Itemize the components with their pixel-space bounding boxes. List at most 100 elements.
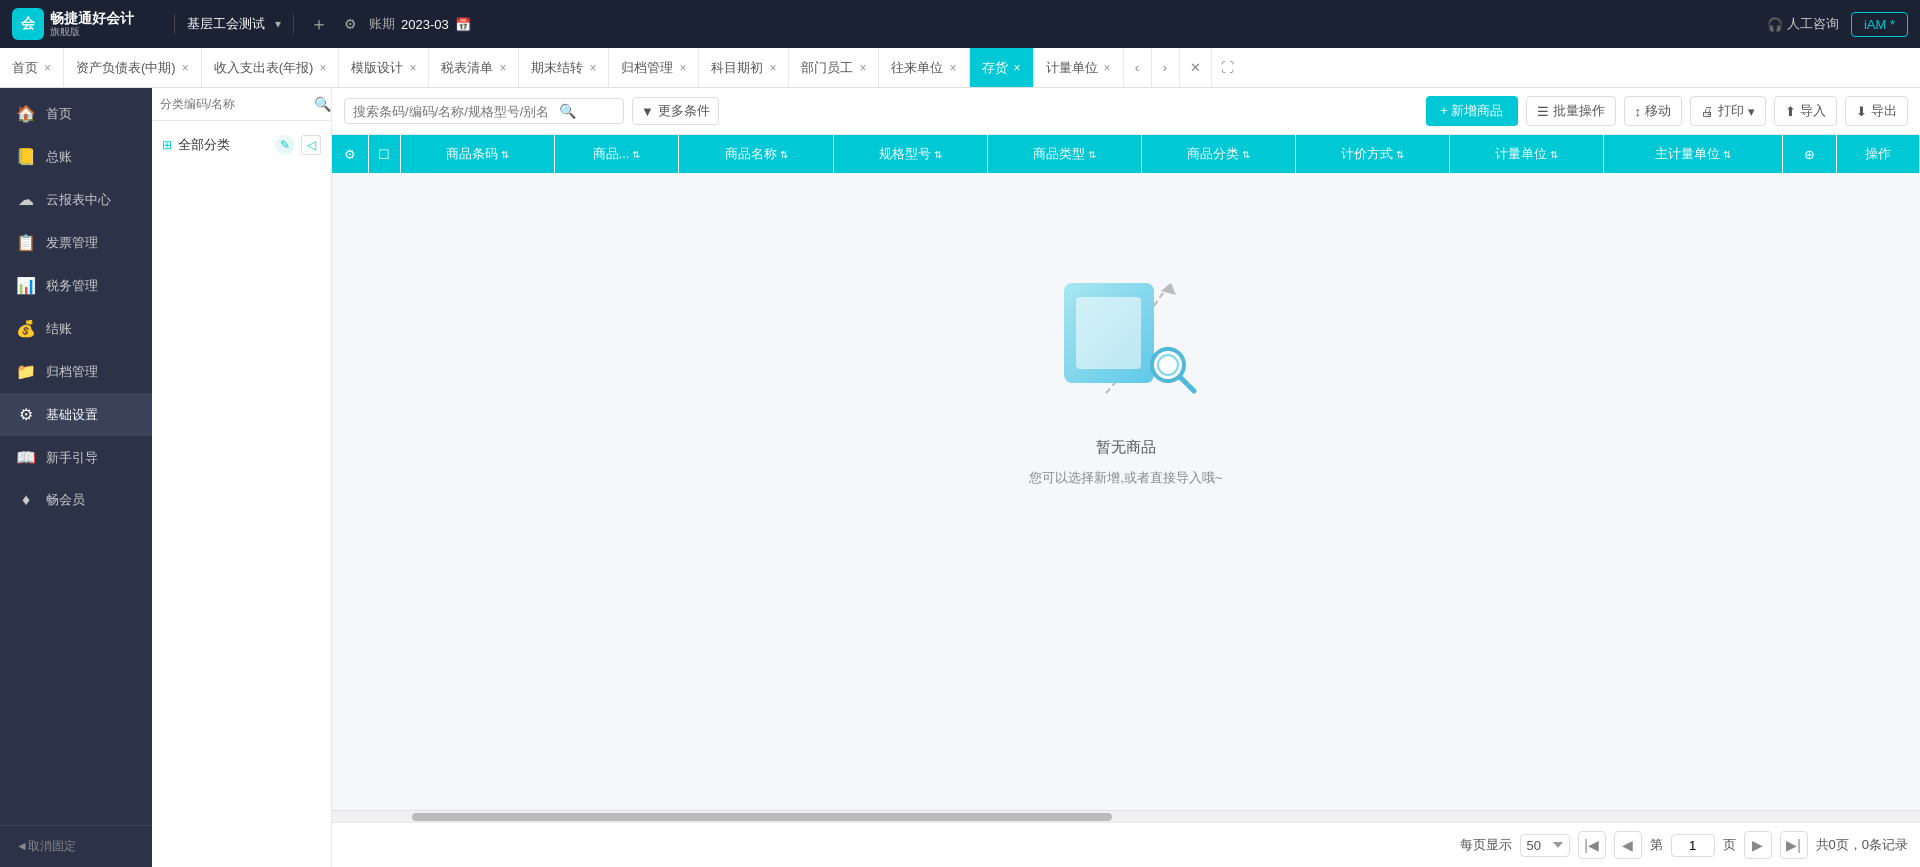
import-button[interactable]: ⬆ 导入 <box>1774 96 1837 126</box>
company-name[interactable]: 基层工会测试 <box>187 15 265 33</box>
content-area: 🔍 ⊞ 全部分类 ✎ ◁ 🔍 ▼ 更多条件 <box>152 88 1920 867</box>
scrollbar-thumb[interactable] <box>412 813 1112 821</box>
page-last-button[interactable]: ▶| <box>1780 831 1808 859</box>
guide-icon: 📖 <box>16 448 36 467</box>
category-list: ⊞ 全部分类 ✎ ◁ <box>152 121 331 867</box>
period-value[interactable]: 2023-03 <box>401 17 449 32</box>
tab-template-close[interactable]: × <box>409 61 416 75</box>
page-prev-button[interactable]: ◀ <box>1614 831 1642 859</box>
sidebar-item-home-label: 首页 <box>46 105 72 123</box>
sidebar-item-invoice-label: 发票管理 <box>46 234 98 252</box>
product-search-icon[interactable]: 🔍 <box>559 103 576 119</box>
page-number-input[interactable] <box>1671 834 1715 857</box>
tab-close-all-button[interactable]: ✕ <box>1180 48 1212 88</box>
tab-home-close[interactable]: × <box>44 61 51 75</box>
page-label: 第 <box>1650 836 1663 854</box>
th-category-label: 商品分类 <box>1187 145 1239 163</box>
tab-subject-close[interactable]: × <box>769 61 776 75</box>
th-settings[interactable]: ⚙ <box>332 135 368 173</box>
category-all-item[interactable]: ⊞ 全部分类 ✎ ◁ <box>152 127 331 163</box>
print-button[interactable]: 🖨 打印 ▾ <box>1690 96 1766 126</box>
tab-transactions-close[interactable]: × <box>949 61 956 75</box>
page-first-button[interactable]: |◀ <box>1578 831 1606 859</box>
category-collapse-button[interactable]: ◁ <box>301 135 321 155</box>
tab-next-button[interactable]: › <box>1152 48 1180 88</box>
sidebar-item-cloud-report[interactable]: ☁ 云报表中心 <box>0 178 152 221</box>
add-tab-button[interactable]: ＋ <box>306 12 332 36</box>
more-filter-button[interactable]: ▼ 更多条件 <box>632 97 719 125</box>
th-type[interactable]: 商品类型⇅ <box>987 135 1141 173</box>
tab-tax-close[interactable]: × <box>499 61 506 75</box>
tab-subject-init-label: 科目期初 <box>711 59 763 77</box>
batch-label: 批量操作 <box>1553 102 1605 120</box>
tab-income-label: 收入支出表(年报) <box>214 59 314 77</box>
tab-balance-sheet[interactable]: 资产负债表(中期) × <box>64 48 202 88</box>
tab-expand-button[interactable]: ⛶ <box>1212 48 1244 88</box>
tab-inventory[interactable]: 存货 × <box>970 48 1034 88</box>
settings-icon[interactable]: ⚙ <box>340 16 361 32</box>
sidebar-item-member[interactable]: ♦ 畅会员 <box>0 479 152 521</box>
sidebar-item-settle[interactable]: 💰 结账 <box>0 307 152 350</box>
calendar-icon[interactable]: 📅 <box>455 17 471 32</box>
th-spec[interactable]: 规格型号⇅ <box>833 135 987 173</box>
sidebar-item-guide[interactable]: 📖 新手引导 <box>0 436 152 479</box>
batch-operation-button[interactable]: ☰ 批量操作 <box>1526 96 1616 126</box>
product-search-input[interactable] <box>353 104 553 119</box>
tab-income[interactable]: 收入支出表(年报) × <box>202 48 340 88</box>
horizontal-scrollbar[interactable] <box>332 810 1920 822</box>
tab-balance-close[interactable]: × <box>182 61 189 75</box>
tab-dept-close[interactable]: × <box>859 61 866 75</box>
th-category[interactable]: 商品分类⇅ <box>1141 135 1295 173</box>
category-search-input[interactable] <box>160 97 310 111</box>
tab-template[interactable]: 模版设计 × <box>339 48 429 88</box>
th-barcode[interactable]: 商品条码⇅ <box>400 135 554 173</box>
dropdown-chevron-icon[interactable]: ▾ <box>275 17 281 31</box>
tab-transactions[interactable]: 往来单位 × <box>879 48 969 88</box>
move-button[interactable]: ↕ 移动 <box>1624 96 1683 126</box>
th-code[interactable]: 商品...⇅ <box>554 135 679 173</box>
export-button[interactable]: ⬇ 导出 <box>1845 96 1908 126</box>
help-button[interactable]: 🎧 人工咨询 <box>1767 15 1839 33</box>
tab-unit-close[interactable]: × <box>1104 61 1111 75</box>
tab-tax[interactable]: 税表清单 × <box>429 48 519 88</box>
th-price-method[interactable]: 计价方式⇅ <box>1295 135 1449 173</box>
th-name[interactable]: 商品名称⇅ <box>679 135 833 173</box>
tab-archive[interactable]: 归档管理 × <box>609 48 699 88</box>
tab-inventory-close[interactable]: × <box>1014 61 1021 75</box>
sidebar-item-ledger[interactable]: 📒 总账 <box>0 135 152 178</box>
page-next-button[interactable]: ▶ <box>1744 831 1772 859</box>
logo-area: 会 畅捷通好会计 旗舰版 <box>12 8 162 40</box>
tab-period-close[interactable]: × <box>589 61 596 75</box>
sidebar-unpin-button[interactable]: ◄取消固定 <box>0 825 152 867</box>
tab-income-close[interactable]: × <box>319 61 326 75</box>
toolbar-right: + 新增商品 ☰ 批量操作 ↕ 移动 🖨 打印 ▾ <box>1426 96 1908 126</box>
tab-dept-staff[interactable]: 部门员工 × <box>789 48 879 88</box>
category-search-icon[interactable]: 🔍 <box>314 96 331 112</box>
sort-price-icon: ⇅ <box>1396 149 1404 160</box>
page-size-select[interactable]: 50 100 200 <box>1520 834 1570 857</box>
th-extra[interactable]: ⊕ <box>1783 135 1837 173</box>
th-main-unit[interactable]: 主计量单位⇅ <box>1604 135 1783 173</box>
category-search-bar: 🔍 <box>152 88 331 121</box>
category-grid-icon: ⊞ <box>162 138 172 152</box>
sidebar-item-tax[interactable]: 📊 税务管理 <box>0 264 152 307</box>
tab-archive-label: 归档管理 <box>621 59 673 77</box>
tab-home[interactable]: 首页 × <box>0 48 64 88</box>
tab-prev-button[interactable]: ‹ <box>1124 48 1152 88</box>
sidebar-item-home[interactable]: 🏠 首页 <box>0 92 152 135</box>
sidebar-item-settings[interactable]: ⚙ 基础设置 <box>0 393 152 436</box>
iam-button[interactable]: iAM * <box>1851 12 1908 37</box>
tab-subject-init[interactable]: 科目期初 × <box>699 48 789 88</box>
empty-state: 暂无商品 您可以选择新增,或者直接导入哦~ <box>332 173 1920 569</box>
sidebar-item-invoice[interactable]: 📋 发票管理 <box>0 221 152 264</box>
tab-unit[interactable]: 计量单位 × <box>1034 48 1124 88</box>
tab-archive-close[interactable]: × <box>679 61 686 75</box>
tab-period-carry[interactable]: 期末结转 × <box>519 48 609 88</box>
th-unit[interactable]: 计量单位⇅ <box>1449 135 1603 173</box>
add-product-button[interactable]: + 新增商品 <box>1426 96 1517 126</box>
sidebar-item-archive[interactable]: 📁 归档管理 <box>0 350 152 393</box>
th-checkbox[interactable]: ☐ <box>368 135 400 173</box>
empty-title: 暂无商品 您可以选择新增,或者直接导入哦~ <box>1029 433 1222 489</box>
period-label: 账期 <box>369 15 395 33</box>
category-edit-button[interactable]: ✎ <box>275 135 295 155</box>
